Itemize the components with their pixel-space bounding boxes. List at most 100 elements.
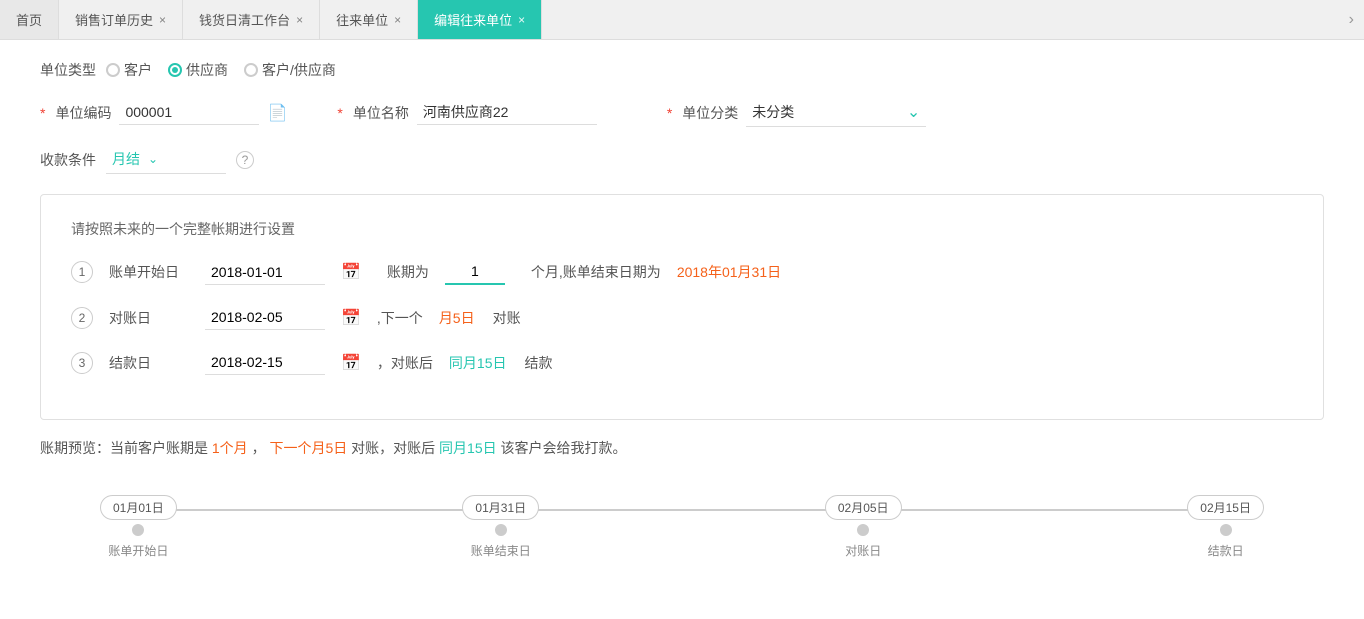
payment-terms-dropdown[interactable]: 月结 ⌄ xyxy=(106,145,226,174)
main-content: 单位类型 客户 供应商 客户/供应商 * 单位编码 📄 * 单位名称 xyxy=(0,40,1364,619)
step-1-period-label: 账期为 xyxy=(387,262,429,282)
timeline-nodes: 01月01日 账单开始日 01月31日 账单结束日 02月05日 对账日 02月… xyxy=(100,495,1264,559)
radio-supplier-circle xyxy=(168,63,182,77)
step-3-row: 3 结款日 📅 ，对账后 同月15日 结款 xyxy=(71,350,1293,375)
radio-customer[interactable]: 客户 xyxy=(106,60,152,80)
timeline-dot-2 xyxy=(857,524,869,536)
step-3-suffix-before: ，对账后 xyxy=(377,353,433,373)
unit-code-icon[interactable]: 📄 xyxy=(267,103,287,123)
step-1-period-suffix: 个月,账单结束日期为 xyxy=(531,262,661,282)
unit-category-dropdown[interactable]: 未分类 ⌄ xyxy=(746,98,926,127)
timeline-node-2: 02月05日 对账日 xyxy=(825,495,902,559)
unit-name-label: 单位名称 xyxy=(353,103,409,123)
step-2-suffix-before: ,下一个 xyxy=(377,308,423,328)
step-2-num: 2 xyxy=(71,307,93,329)
timeline-dot-3 xyxy=(1220,524,1232,536)
timeline-label-2: 对账日 xyxy=(845,542,881,559)
radio-customer-circle xyxy=(106,63,120,77)
step-3-label: 结款日 xyxy=(109,353,189,373)
timeline-node-1: 01月31日 账单结束日 xyxy=(462,495,539,559)
tab-sales-history-close[interactable]: × xyxy=(159,13,166,27)
step-2-calendar-icon[interactable]: 📅 xyxy=(341,308,361,328)
step-3-date-input[interactable] xyxy=(205,350,325,375)
radio-both-circle xyxy=(244,63,258,77)
unit-category-star: * xyxy=(667,105,672,121)
unit-code-star: * xyxy=(40,105,45,121)
unit-name-field: * 单位名称 xyxy=(337,100,596,125)
preview-part1: 1个月 xyxy=(212,440,248,456)
payment-terms-value: 月结 xyxy=(112,149,140,169)
step-3-suffix-highlight: 同月15日 xyxy=(449,353,507,373)
timeline-label-0: 账单开始日 xyxy=(108,542,168,559)
unit-type-label: 单位类型 xyxy=(40,60,96,80)
help-icon[interactable]: ? xyxy=(236,151,254,169)
tab-partner[interactable]: 往来单位 × xyxy=(320,0,418,39)
timeline-node-3: 02月15日 结款日 xyxy=(1187,495,1264,559)
radio-both[interactable]: 客户/供应商 xyxy=(244,60,336,80)
step-1-num: 1 xyxy=(71,261,93,283)
timeline-label-1: 账单结束日 xyxy=(471,542,531,559)
radio-both-label: 客户/供应商 xyxy=(262,60,336,80)
step-3-calendar-icon[interactable]: 📅 xyxy=(341,353,361,373)
timeline-section: 01月01日 账单开始日 01月31日 账单结束日 02月05日 对账日 02月… xyxy=(40,485,1324,599)
step-2-suffix-after: 对账 xyxy=(493,308,521,328)
tab-edit-partner[interactable]: 编辑往来单位 × xyxy=(418,0,542,39)
preview-comma: ， xyxy=(252,440,266,456)
preview-suffix: 该客户会给我打款。 xyxy=(501,440,627,456)
step-1-calendar-icon[interactable]: 📅 xyxy=(341,262,361,282)
unit-code-label: 单位编码 xyxy=(55,103,111,123)
step-2-row: 2 对账日 📅 ,下一个 月5日 对账 xyxy=(71,305,1293,330)
timeline-badge-1: 01月31日 xyxy=(462,495,539,520)
unit-type-row: 单位类型 客户 供应商 客户/供应商 xyxy=(40,60,1324,80)
step-2-date-input[interactable] xyxy=(205,305,325,330)
unit-name-star: * xyxy=(337,105,342,121)
unit-category-value: 未分类 xyxy=(752,102,794,122)
step-2-suffix-highlight: 月5日 xyxy=(439,308,475,328)
step-1-label: 账单开始日 xyxy=(109,262,189,282)
unit-name-input[interactable] xyxy=(417,100,597,125)
timeline-dot-0 xyxy=(132,524,144,536)
billing-settings-card: 请按照未来的一个完整帐期进行设置 1 账单开始日 📅 账期为 个月,账单结束日期… xyxy=(40,194,1324,420)
card-title: 请按照未来的一个完整帐期进行设置 xyxy=(71,219,1293,239)
tab-edit-partner-close[interactable]: × xyxy=(518,13,525,27)
timeline-dot-1 xyxy=(495,524,507,536)
chevron-down-icon: ⌄ xyxy=(907,102,920,122)
step-2-label: 对账日 xyxy=(109,308,189,328)
unit-category-field: * 单位分类 未分类 ⌄ xyxy=(667,98,926,127)
step-1-date-input[interactable] xyxy=(205,260,325,285)
tab-partner-close[interactable]: × xyxy=(394,13,401,27)
unit-category-label: 单位分类 xyxy=(682,103,738,123)
radio-supplier-label: 供应商 xyxy=(186,60,228,80)
preview-part3: 同月15日 xyxy=(439,440,497,456)
unit-code-input[interactable] xyxy=(119,100,259,125)
timeline-badge-2: 02月05日 xyxy=(825,495,902,520)
tab-bar: 首页 销售订单历史 × 钱货日清工作台 × 往来单位 × 编辑往来单位 × › xyxy=(0,0,1364,40)
tab-sales-history-label: 销售订单历史 xyxy=(75,10,153,29)
step-1-period-end: 2018年01月31日 xyxy=(677,262,781,282)
timeline-node-0: 01月01日 账单开始日 xyxy=(100,495,177,559)
unit-fields-row: * 单位编码 📄 * 单位名称 * 单位分类 未分类 ⌄ xyxy=(40,98,1324,127)
tab-partner-label: 往来单位 xyxy=(336,10,388,29)
unit-type-radio-group: 客户 供应商 客户/供应商 xyxy=(106,60,336,80)
tab-sales-history[interactable]: 销售订单历史 × xyxy=(59,0,183,39)
timeline-badge-0: 01月01日 xyxy=(100,495,177,520)
tab-edit-partner-label: 编辑往来单位 xyxy=(434,10,512,29)
tab-cash-work[interactable]: 钱货日清工作台 × xyxy=(183,0,320,39)
preview-prefix: 账期预览：当前客户账期是 xyxy=(40,440,208,456)
tab-home[interactable]: 首页 xyxy=(0,0,59,39)
dropdown-arrow-icon: ⌄ xyxy=(148,152,158,166)
tab-cash-work-label: 钱货日清工作台 xyxy=(199,10,290,29)
unit-code-field: * 单位编码 📄 xyxy=(40,100,287,125)
timeline-badge-3: 02月15日 xyxy=(1187,495,1264,520)
preview-section: 账期预览：当前客户账期是 1个月 ， 下一个月5日 对账，对账后 同月15日 该… xyxy=(40,436,1324,461)
preview-middle: 对账，对账后 xyxy=(351,440,435,456)
timeline-label-3: 结款日 xyxy=(1208,542,1244,559)
step-1-period-input[interactable] xyxy=(445,259,505,285)
tab-home-label: 首页 xyxy=(16,10,42,29)
step-1-row: 1 账单开始日 📅 账期为 个月,账单结束日期为 2018年01月31日 xyxy=(71,259,1293,285)
radio-supplier[interactable]: 供应商 xyxy=(168,60,228,80)
tab-expand-button[interactable]: › xyxy=(1339,0,1364,39)
step-3-suffix-after: 结款 xyxy=(525,353,553,373)
tab-cash-work-close[interactable]: × xyxy=(296,13,303,27)
radio-customer-label: 客户 xyxy=(124,60,152,80)
